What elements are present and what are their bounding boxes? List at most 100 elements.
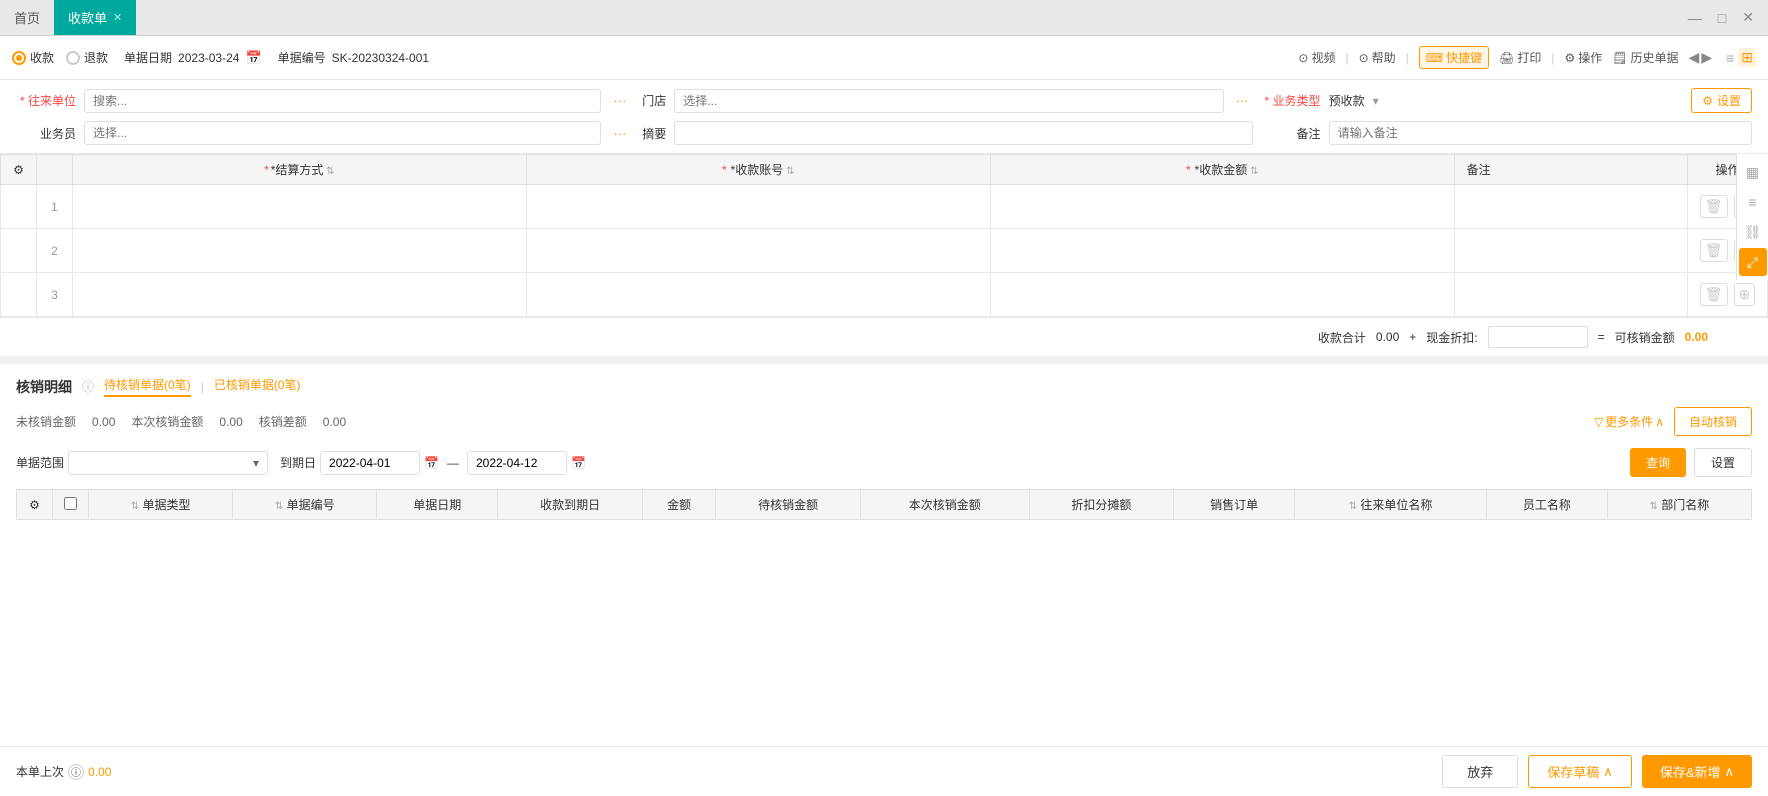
receipt-table-body: 1 🗑 ⊕ 2 <box>1 185 1768 317</box>
refund-radio[interactable]: 退款 <box>66 49 108 66</box>
close-btn[interactable]: ✕ <box>1738 7 1758 28</box>
copy-icon-3[interactable]: ⊕ <box>1734 283 1756 306</box>
save-draft-chevron[interactable]: ∧ <box>1603 764 1613 780</box>
td-account-3[interactable] <box>526 273 990 317</box>
operation-label: 操作 <box>1578 49 1602 66</box>
date-calendar-icon[interactable]: 📅 <box>245 50 261 66</box>
pending-tab[interactable]: 待核销单据(0笔) <box>104 376 191 397</box>
date-from-input[interactable] <box>320 451 420 475</box>
save-new-chevron[interactable]: ∧ <box>1724 764 1734 780</box>
note-label: 备注 <box>1261 125 1321 142</box>
help-btn[interactable]: ⊙ 帮助 <box>1359 49 1396 66</box>
vth-type: ⇅ 单据类型 <box>89 490 233 520</box>
td-note-1[interactable] <box>1454 185 1687 229</box>
print-btn[interactable]: 🖨 打印 <box>1499 49 1541 66</box>
tab-receipt-close[interactable]: ✕ <box>113 11 122 24</box>
td-amount-2[interactable] <box>990 229 1454 273</box>
salesperson-input[interactable] <box>84 121 601 145</box>
td-settlement-3[interactable] <box>73 273 527 317</box>
date-to-calendar-icon[interactable]: 📅 <box>571 456 586 470</box>
help-label: 帮助 <box>1372 49 1396 66</box>
bottom-info-icon[interactable]: ⓘ <box>68 764 84 780</box>
salesperson-more-btn[interactable]: ··· <box>609 126 630 141</box>
store-more-btn[interactable]: ··· <box>1232 93 1253 108</box>
bottom-info-value: 0.00 <box>88 765 111 779</box>
note-input[interactable] <box>1329 121 1752 145</box>
cash-discount-input[interactable] <box>1488 326 1588 348</box>
grid-layout-icon[interactable]: ⊞ <box>1738 48 1756 67</box>
nav-prev[interactable]: ◀ <box>1689 49 1700 66</box>
current-verify-label: 本次核销金额 <box>131 413 203 430</box>
delete-icon-1[interactable]: 🗑 <box>1700 195 1728 218</box>
receipt-radio-dot <box>12 51 26 65</box>
right-link-icon[interactable]: ⛓ <box>1739 218 1767 246</box>
td-settlement-1[interactable] <box>73 185 527 229</box>
maximize-btn[interactable]: □ <box>1714 8 1730 28</box>
td-gear-1 <box>1 185 37 229</box>
more-conditions-btn[interactable]: ▽ 更多条件 ∧ <box>1594 413 1664 430</box>
receipt-table-area: ⚙ **结算方式 ⇅ **收款账号 ⇅ **收款金额 ⇅ 备注 操作 1 <box>0 154 1768 317</box>
video-btn[interactable]: ⊙ 视频 <box>1298 49 1335 66</box>
td-amount-3[interactable] <box>990 273 1454 317</box>
verify-settings-btn[interactable]: 设置 <box>1694 448 1752 477</box>
range-label: 单据范围 <box>16 454 64 471</box>
abandon-btn[interactable]: 放弃 <box>1442 755 1518 788</box>
summary-row: 收款合计 0.00 + 现金折扣: = 可核销金额 0.00 <box>0 317 1768 356</box>
counterpart-more-btn[interactable]: ··· <box>609 93 630 108</box>
td-num-3: 3 <box>37 273 73 317</box>
equals-sign: = <box>1598 330 1605 344</box>
save-new-btn[interactable]: 保存&新增 ∧ <box>1642 755 1752 788</box>
tab-bar: 首页 收款单 ✕ — □ ✕ <box>0 0 1768 36</box>
date-range-field: 到期日 📅 — 📅 <box>280 451 586 475</box>
business-type-dropdown[interactable]: ▾ <box>1373 94 1379 108</box>
delete-icon-2[interactable]: 🗑 <box>1700 239 1728 262</box>
td-account-1[interactable] <box>526 185 990 229</box>
td-gear-2 <box>1 229 37 273</box>
receipt-table: ⚙ **结算方式 ⇅ **收款账号 ⇅ **收款金额 ⇅ 备注 操作 1 <box>0 154 1768 317</box>
date-label: 单据日期 <box>124 49 172 66</box>
store-label: 门店 <box>638 92 666 109</box>
right-doc-icon[interactable]: ≡ <box>1739 188 1767 216</box>
summary-input[interactable] <box>674 121 1252 145</box>
delete-icon-3[interactable]: 🗑 <box>1700 283 1728 306</box>
td-account-2[interactable] <box>526 229 990 273</box>
list-layout-icon[interactable]: ≡ <box>1726 48 1734 67</box>
date-to-input[interactable] <box>467 451 567 475</box>
th-gear[interactable]: ⚙ <box>1 155 37 185</box>
store-input[interactable] <box>674 89 1223 113</box>
shortcut-btn[interactable]: ⌨ 快捷键 <box>1419 46 1489 69</box>
main-content: 收款 退款 单据日期 2023-03-24 📅 单据编号 SK-20230324… <box>0 36 1768 796</box>
vth-due: 收款到期日 <box>498 490 643 520</box>
minimize-btn[interactable]: — <box>1684 8 1706 28</box>
summary-section: 摘要 <box>638 121 1252 145</box>
done-tab[interactable]: 已核销单据(0笔) <box>214 376 301 397</box>
vth-check[interactable] <box>53 490 89 520</box>
history-btn[interactable]: 🗒 历史单据 <box>1612 49 1678 66</box>
operation-btn[interactable]: ⚙ 操作 <box>1565 49 1603 66</box>
counterpart-input[interactable] <box>84 89 601 113</box>
select-all-checkbox[interactable] <box>64 497 77 510</box>
help-icon: ⊙ <box>1359 51 1369 65</box>
toolbar: 收款 退款 单据日期 2023-03-24 📅 单据编号 SK-20230324… <box>0 36 1768 80</box>
auto-verify-btn[interactable]: 自动核销 <box>1674 407 1752 436</box>
vth-counterpart: ⇅ 往来单位名称 <box>1295 490 1487 520</box>
nav-next[interactable]: ▶ <box>1701 49 1712 66</box>
tab-receipt[interactable]: 收款单 ✕ <box>54 0 136 35</box>
verify-info-icon[interactable]: ⓘ <box>82 378 94 395</box>
right-table-icon[interactable]: ▦ <box>1739 158 1767 186</box>
right-expand-icon[interactable]: ⤢ <box>1739 248 1767 276</box>
td-settlement-2[interactable] <box>73 229 527 273</box>
td-note-3[interactable] <box>1454 273 1687 317</box>
td-amount-1[interactable] <box>990 185 1454 229</box>
vth-gear[interactable]: ⚙ <box>17 490 53 520</box>
save-draft-btn[interactable]: 保存草稿 ∧ <box>1528 755 1632 788</box>
settings-button[interactable]: ⚙ 设置 <box>1691 88 1752 113</box>
td-note-2[interactable] <box>1454 229 1687 273</box>
query-btn[interactable]: 查询 <box>1630 448 1686 477</box>
receipt-radio[interactable]: 收款 <box>12 49 54 66</box>
tab-home[interactable]: 首页 <box>0 0 54 35</box>
business-type-label: * 业务类型 <box>1261 92 1321 109</box>
receipt-table-header: ⚙ **结算方式 ⇅ **收款账号 ⇅ **收款金额 ⇅ 备注 操作 <box>1 155 1768 185</box>
date-from-calendar-icon[interactable]: 📅 <box>424 456 439 470</box>
range-select[interactable]: ▾ <box>68 451 268 475</box>
